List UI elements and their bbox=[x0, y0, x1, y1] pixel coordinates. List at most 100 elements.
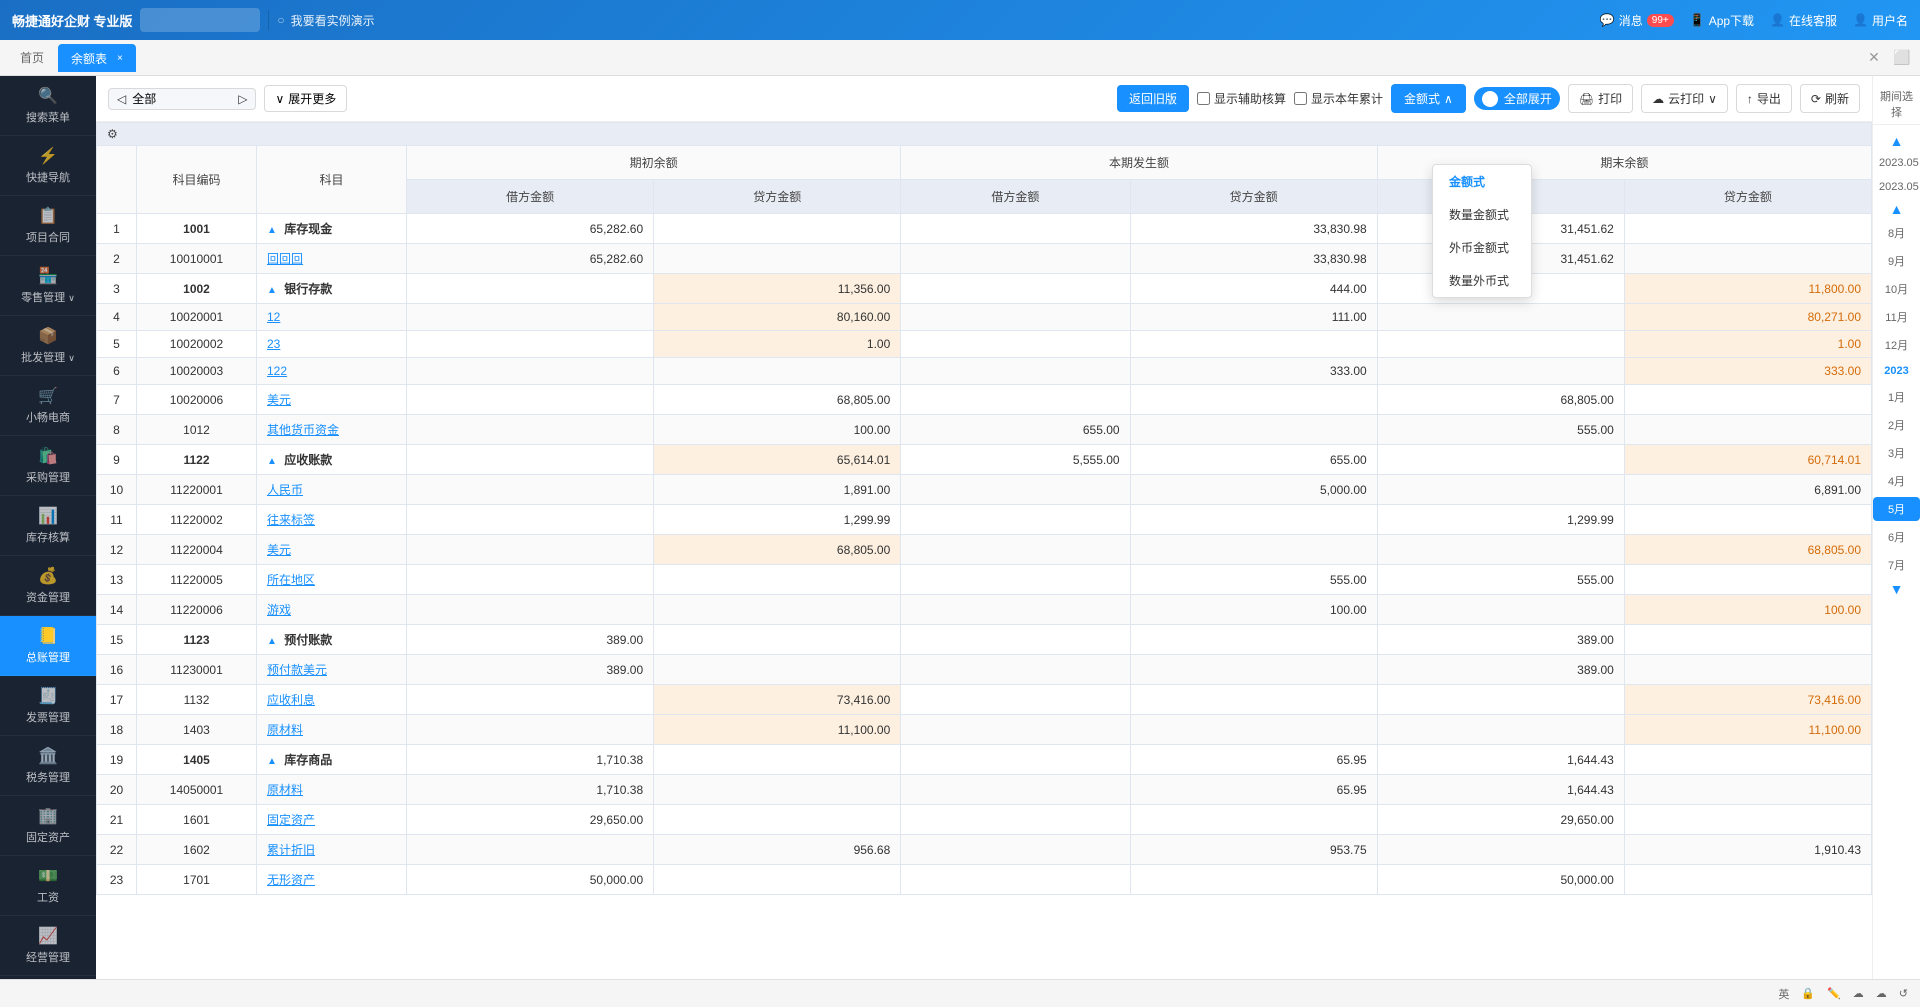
cell-subject: 累计折旧 bbox=[257, 835, 407, 865]
status-cloud-btn[interactable]: ☁ bbox=[1853, 987, 1864, 1000]
export-btn[interactable]: ↑ 导出 bbox=[1736, 84, 1792, 113]
mode-dropdown-btn[interactable]: 金额式 ∧ bbox=[1391, 84, 1466, 113]
nav-right-icon[interactable]: ▷ bbox=[238, 92, 247, 106]
search-box[interactable]: ◁ ▷ bbox=[108, 88, 256, 110]
period-nav-down[interactable]: ▼ bbox=[1890, 581, 1904, 597]
cell-opening-credit bbox=[654, 655, 901, 685]
tab-home[interactable]: 首页 bbox=[8, 44, 56, 72]
service-icon: 👤 bbox=[1770, 13, 1785, 27]
search-input[interactable] bbox=[132, 92, 232, 106]
refresh-btn[interactable]: ⟳ 刷新 bbox=[1800, 84, 1860, 113]
cell-closing-debit bbox=[1377, 835, 1624, 865]
print-btn[interactable]: 🖨 打印 bbox=[1568, 84, 1633, 113]
app-logo: 畅捷通好企财 专业版 bbox=[12, 11, 132, 30]
sidebar-item-retail[interactable]: 🏪 零售管理 ∨ bbox=[0, 256, 96, 316]
dropdown-item-foreign-amount[interactable]: 外币金额式 bbox=[1433, 231, 1531, 264]
period-nav-up2[interactable]: ▲ bbox=[1890, 201, 1904, 217]
capital-icon: 💰 bbox=[6, 566, 90, 586]
sidebar-item-tax[interactable]: 🏛️ 税务管理 bbox=[0, 736, 96, 796]
cell-opening-debit: 65,282.60 bbox=[407, 244, 654, 274]
period-7[interactable]: 7月 bbox=[1873, 553, 1920, 577]
expand-row-icon[interactable]: ▲ bbox=[267, 756, 277, 767]
management-icon: 📈 bbox=[6, 926, 90, 946]
period-6[interactable]: 6月 bbox=[1873, 525, 1920, 549]
sidebar-item-fixedasset[interactable]: 🏢 固定资产 bbox=[0, 796, 96, 856]
period-11[interactable]: 11月 bbox=[1873, 305, 1920, 329]
period-nav-up[interactable]: ▲ bbox=[1890, 133, 1904, 149]
demo-link[interactable]: ○ 我要看实例演示 bbox=[277, 12, 374, 29]
return-old-btn[interactable]: 返回旧版 bbox=[1117, 85, 1189, 112]
sidebar-item-search[interactable]: 🔍 搜索菜单 bbox=[0, 76, 96, 136]
cell-current-credit: 100.00 bbox=[1130, 595, 1377, 625]
sidebar-item-inventory[interactable]: 📊 库存核算 bbox=[0, 496, 96, 556]
period-4[interactable]: 4月 bbox=[1873, 469, 1920, 493]
dropdown-item-amount[interactable]: 金额式 bbox=[1433, 165, 1531, 198]
cell-subject[interactable]: ▲ 预付账款 bbox=[257, 625, 407, 655]
sidebar-item-invoice[interactable]: 🧾 发票管理 bbox=[0, 676, 96, 736]
cell-subject[interactable]: ▲ 库存现金 bbox=[257, 214, 407, 244]
period-5[interactable]: 5月 bbox=[1873, 497, 1920, 521]
period-8[interactable]: 8月 bbox=[1873, 221, 1920, 245]
tab-balance[interactable]: 余额表 × bbox=[58, 44, 136, 72]
sidebar-item-quicknav[interactable]: ⚡ 快捷导航 bbox=[0, 136, 96, 196]
sidebar-item-management[interactable]: 📈 经营管理 bbox=[0, 916, 96, 976]
app-download-btn[interactable]: 📱 App下载 bbox=[1690, 12, 1754, 29]
period-9[interactable]: 9月 bbox=[1873, 249, 1920, 273]
sidebar-item-purchase[interactable]: 🛍️ 采购管理 bbox=[0, 436, 96, 496]
inventory-icon: 📊 bbox=[6, 506, 90, 526]
period-2023-05-cur[interactable]: 2023.05 bbox=[1873, 177, 1920, 197]
col-opening-debit: 借方金额 bbox=[407, 180, 654, 214]
expand-row-icon[interactable]: ▲ bbox=[267, 636, 277, 647]
status-lock-btn[interactable]: 🔒 bbox=[1801, 987, 1815, 1000]
show-annual-check[interactable]: 显示本年累计 bbox=[1294, 90, 1383, 107]
cell-current-debit bbox=[901, 865, 1130, 895]
dropdown-item-qty-amount[interactable]: 数量金额式 bbox=[1433, 198, 1531, 231]
expand-row-icon[interactable]: ▲ bbox=[267, 285, 277, 296]
sidebar-item-ledger[interactable]: 📒 总账管理 bbox=[0, 616, 96, 676]
period-2[interactable]: 2月 bbox=[1873, 413, 1920, 437]
tab-close-btn[interactable]: × bbox=[117, 53, 123, 64]
table-row: 18 1403 原材料 11,100.00 11,100.00 bbox=[97, 715, 1872, 745]
nav-left-icon[interactable]: ◁ bbox=[117, 92, 126, 106]
expand-btn[interactable]: ∨ 展开更多 bbox=[264, 85, 347, 112]
sidebar-item-ecommerce[interactable]: 🛒 小畅电商 bbox=[0, 376, 96, 436]
period-2023-05-prev[interactable]: 2023.05 bbox=[1873, 153, 1920, 173]
sidebar-item-project[interactable]: 📋 项目合同 bbox=[0, 196, 96, 256]
cell-subject[interactable]: ▲ 银行存款 bbox=[257, 274, 407, 304]
show-auxiliary-check[interactable]: 显示辅助核算 bbox=[1197, 90, 1286, 107]
message-btn[interactable]: 💬 消息 99+ bbox=[1600, 12, 1674, 29]
period-year-2023[interactable]: 2023 bbox=[1873, 361, 1920, 381]
cell-opening-debit: 50,000.00 bbox=[407, 865, 654, 895]
cell-subject[interactable]: ▲ 库存商品 bbox=[257, 745, 407, 775]
cloud-print-btn[interactable]: ☁ 云打印 ∨ bbox=[1641, 84, 1728, 113]
cell-num: 12 bbox=[97, 535, 137, 565]
period-3[interactable]: 3月 bbox=[1873, 441, 1920, 465]
cell-subject: 固定资产 bbox=[257, 805, 407, 835]
search-bar[interactable] bbox=[140, 8, 260, 32]
status-lang-btn[interactable]: 英 bbox=[1778, 986, 1789, 1002]
period-10[interactable]: 10月 bbox=[1873, 277, 1920, 301]
period-12[interactable]: 12月 bbox=[1873, 333, 1920, 357]
online-service-btn[interactable]: 👤 在线客服 bbox=[1770, 12, 1837, 29]
close-window-btn[interactable]: ✕ bbox=[1864, 48, 1884, 68]
status-edit-btn[interactable]: ✏️ bbox=[1827, 987, 1841, 1000]
cell-opening-debit bbox=[407, 415, 654, 445]
expand-row-icon[interactable]: ▲ bbox=[267, 456, 277, 467]
mode-dropdown-menu: 金额式 数量金额式 外币金额式 数量外币式 bbox=[1432, 164, 1532, 298]
period-1[interactable]: 1月 bbox=[1873, 385, 1920, 409]
cell-opening-debit bbox=[407, 358, 654, 385]
expand-row-icon[interactable]: ▲ bbox=[267, 225, 277, 236]
sidebar-item-wholesale[interactable]: 📦 批发管理 ∨ bbox=[0, 316, 96, 376]
sidebar-item-salary[interactable]: 💵 工资 bbox=[0, 856, 96, 916]
sidebar-item-capital[interactable]: 💰 资金管理 bbox=[0, 556, 96, 616]
status-sync-btn[interactable]: ↺ bbox=[1899, 987, 1908, 1000]
cell-current-credit: 555.00 bbox=[1130, 565, 1377, 595]
cell-num: 19 bbox=[97, 745, 137, 775]
expand-all-toggle[interactable]: 全部展开 bbox=[1474, 87, 1560, 110]
user-avatar[interactable]: 👤 用户名 bbox=[1853, 12, 1908, 29]
dropdown-item-qty-foreign[interactable]: 数量外币式 bbox=[1433, 264, 1531, 297]
table-settings-icon[interactable]: ⚙ bbox=[107, 127, 118, 141]
status-cloud2-btn[interactable]: ☁ bbox=[1876, 987, 1887, 1000]
maximize-btn[interactable]: ⬜ bbox=[1892, 48, 1912, 68]
cell-subject[interactable]: ▲ 应收账款 bbox=[257, 445, 407, 475]
